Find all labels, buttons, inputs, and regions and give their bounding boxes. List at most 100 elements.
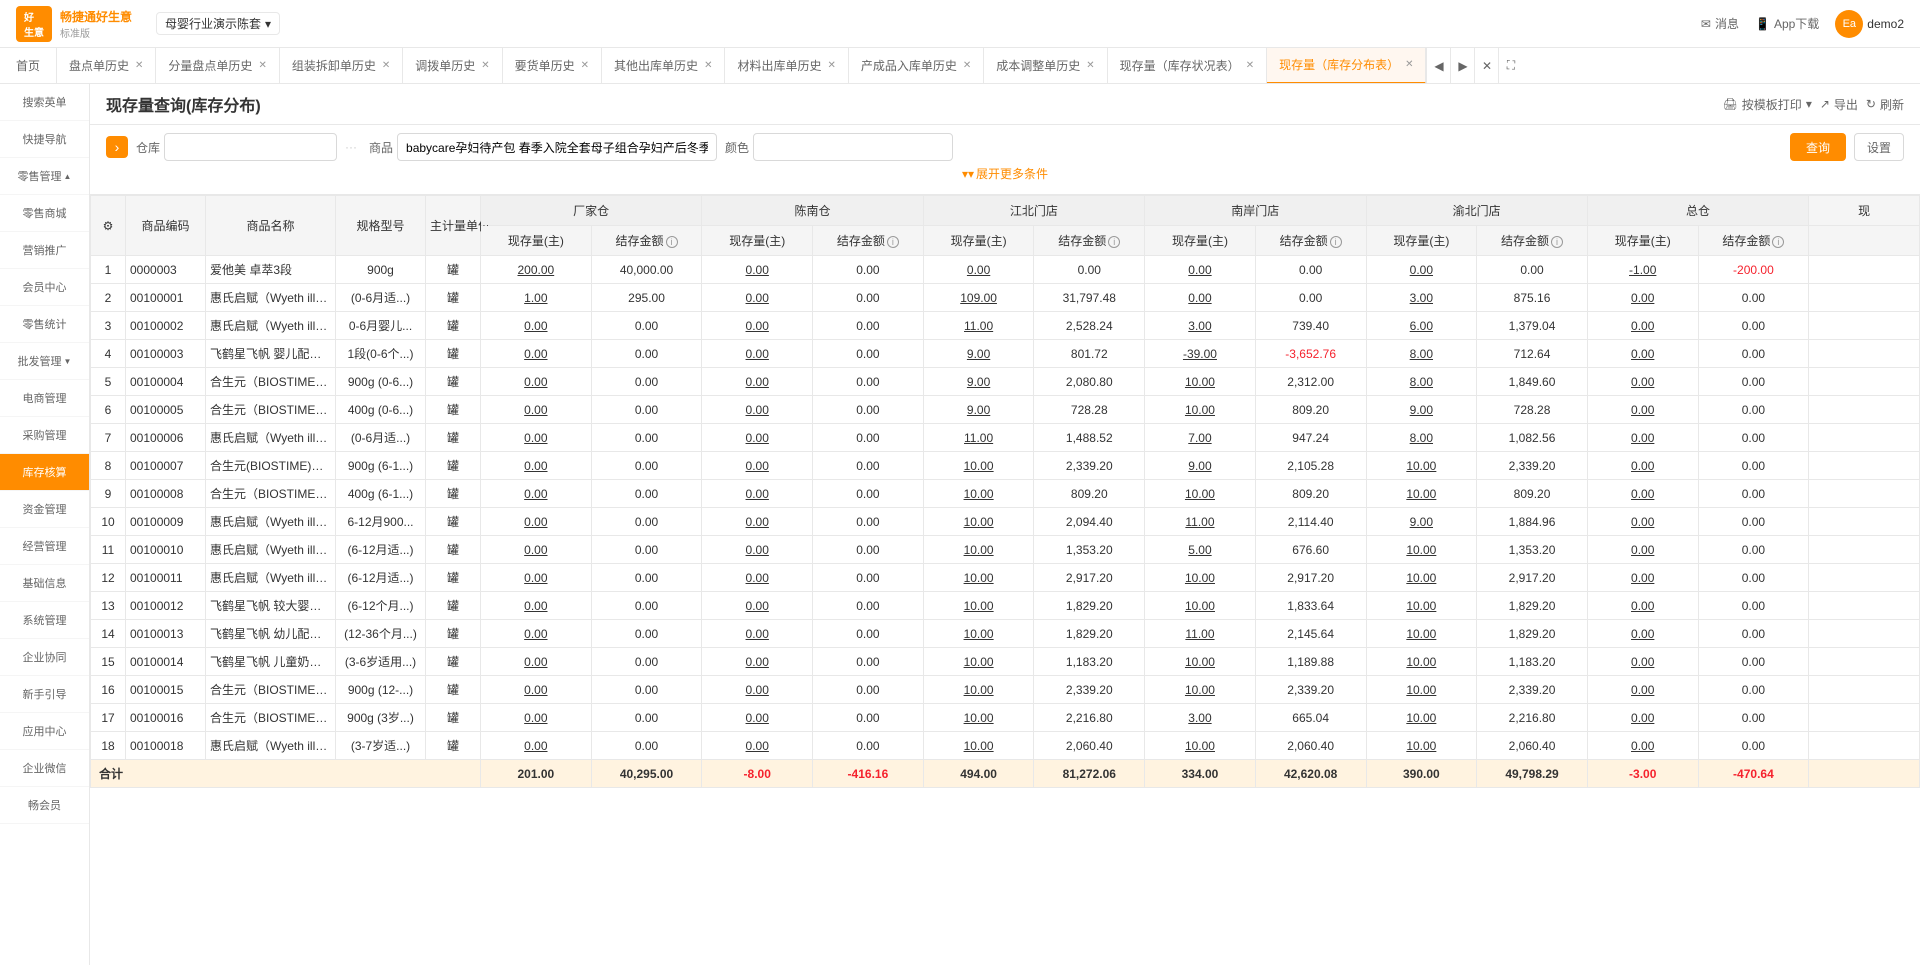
cell-chennan-stock[interactable]: 0.00 xyxy=(702,620,813,648)
cell-jiangbei-stock[interactable]: 10.00 xyxy=(923,620,1034,648)
cell-factory-stock[interactable]: 0.00 xyxy=(481,648,592,676)
cell-jiangbei-stock[interactable]: 10.00 xyxy=(923,704,1034,732)
cell-nanan-stock[interactable]: 9.00 xyxy=(1145,452,1256,480)
tab-chengbentiao[interactable]: 成本调整单历史✕ xyxy=(984,48,1107,84)
message-btn[interactable]: ✉ 消息 xyxy=(1701,15,1739,32)
cell-nanan-stock[interactable]: 10.00 xyxy=(1145,368,1256,396)
cell-jiangbei-stock[interactable]: 10.00 xyxy=(923,676,1034,704)
cell-factory-stock[interactable]: 1.00 xyxy=(481,284,592,312)
cell-total-stock[interactable]: 0.00 xyxy=(1587,340,1698,368)
sidebar-item-ecommerce[interactable]: 电商管理 xyxy=(0,380,89,417)
cell-nanan-stock[interactable]: 5.00 xyxy=(1145,536,1256,564)
sidebar-item-guide[interactable]: 新手引导 xyxy=(0,676,89,713)
tab-close-yaohuo[interactable]: ✕ xyxy=(581,60,589,71)
cell-total-stock[interactable]: -1.00 xyxy=(1587,256,1698,284)
cell-total-stock[interactable]: 0.00 xyxy=(1587,648,1698,676)
tab-close-chengbentiao[interactable]: ✕ xyxy=(1086,60,1094,71)
tab-close-xiancunfen[interactable]: ✕ xyxy=(1405,59,1413,70)
cell-nanan-stock[interactable]: 7.00 xyxy=(1145,424,1256,452)
cell-total-stock[interactable]: 0.00 xyxy=(1587,676,1698,704)
cell-total-stock[interactable]: 0.00 xyxy=(1587,704,1698,732)
cell-nanan-stock[interactable]: -39.00 xyxy=(1145,340,1256,368)
cell-yuzbei-stock[interactable]: 0.00 xyxy=(1366,256,1477,284)
cell-chennan-stock[interactable]: 0.00 xyxy=(702,648,813,676)
cell-nanan-stock[interactable]: 10.00 xyxy=(1145,592,1256,620)
tab-nav-left[interactable]: ◀ xyxy=(1426,48,1450,84)
sidebar-item-basic[interactable]: 基础信息 xyxy=(0,565,89,602)
tab-close-chengpinru[interactable]: ✕ xyxy=(963,60,971,71)
cell-factory-stock[interactable]: 0.00 xyxy=(481,620,592,648)
cell-yuzbei-stock[interactable]: 10.00 xyxy=(1366,480,1477,508)
th-gear[interactable]: ⚙ xyxy=(91,196,126,256)
cell-chennan-stock[interactable]: 0.00 xyxy=(702,452,813,480)
tab-nav-close[interactable]: ✕ xyxy=(1474,48,1498,84)
cell-yuzbei-stock[interactable]: 8.00 xyxy=(1366,368,1477,396)
tab-close-diaobodanls[interactable]: ✕ xyxy=(481,60,489,71)
cell-nanan-stock[interactable]: 10.00 xyxy=(1145,564,1256,592)
cell-nanan-stock[interactable]: 11.00 xyxy=(1145,508,1256,536)
tab-yaohuo[interactable]: 要货单历史✕ xyxy=(503,48,602,84)
cell-factory-stock[interactable]: 200.00 xyxy=(481,256,592,284)
cell-nanan-stock[interactable]: 3.00 xyxy=(1145,312,1256,340)
cell-jiangbei-stock[interactable]: 9.00 xyxy=(923,368,1034,396)
tab-nav-right[interactable]: ▶ xyxy=(1450,48,1474,84)
cell-nanan-stock[interactable]: 10.00 xyxy=(1145,676,1256,704)
cell-total-stock[interactable]: 0.00 xyxy=(1587,312,1698,340)
print-btn[interactable]: 🖨 按模板打印 ▾ xyxy=(1723,96,1812,113)
cell-jiangbei-stock[interactable]: 10.00 xyxy=(923,564,1034,592)
tab-diaobodanls[interactable]: 调拨单历史✕ xyxy=(403,48,502,84)
cell-nanan-stock[interactable]: 0.00 xyxy=(1145,256,1256,284)
sidebar-item-operation[interactable]: 经营管理 xyxy=(0,528,89,565)
search-expand-btn[interactable]: › xyxy=(106,136,128,158)
cell-jiangbei-stock[interactable]: 109.00 xyxy=(923,284,1034,312)
cell-chennan-stock[interactable]: 0.00 xyxy=(702,424,813,452)
sidebar-item-member[interactable]: 会员中心 xyxy=(0,269,89,306)
cell-chennan-stock[interactable]: 0.00 xyxy=(702,340,813,368)
cell-yuzbei-stock[interactable]: 10.00 xyxy=(1366,452,1477,480)
user-menu[interactable]: Ea demo2 xyxy=(1835,10,1904,38)
cell-chennan-stock[interactable]: 0.00 xyxy=(702,592,813,620)
cell-chennan-stock[interactable]: 0.00 xyxy=(702,368,813,396)
cell-nanan-stock[interactable]: 10.00 xyxy=(1145,732,1256,760)
cell-chennan-stock[interactable]: 0.00 xyxy=(702,256,813,284)
sidebar-item-wholesale[interactable]: 批发管理▼ xyxy=(0,343,89,380)
cell-factory-stock[interactable]: 0.00 xyxy=(481,452,592,480)
refresh-btn[interactable]: ↻ 刷新 xyxy=(1866,96,1904,113)
cell-total-stock[interactable]: 0.00 xyxy=(1587,564,1698,592)
query-button[interactable]: 查询 xyxy=(1790,133,1846,161)
cell-chennan-stock[interactable]: 0.00 xyxy=(702,564,813,592)
sidebar-item-inventory[interactable]: 库存核算 xyxy=(0,454,89,491)
sidebar-item-enterprise[interactable]: 企业协同 xyxy=(0,639,89,676)
cell-total-stock[interactable]: 0.00 xyxy=(1587,480,1698,508)
cell-yuzbei-stock[interactable]: 8.00 xyxy=(1366,424,1477,452)
cell-factory-stock[interactable]: 0.00 xyxy=(481,676,592,704)
cell-total-stock[interactable]: 0.00 xyxy=(1587,620,1698,648)
sidebar-item-system[interactable]: 系统管理 xyxy=(0,602,89,639)
cell-yuzbei-stock[interactable]: 10.00 xyxy=(1366,732,1477,760)
cell-jiangbei-stock[interactable]: 9.00 xyxy=(923,396,1034,424)
sidebar-item-retailstat[interactable]: 零售统计 xyxy=(0,306,89,343)
sidebar-item-finance[interactable]: 资金管理 xyxy=(0,491,89,528)
cell-yuzbei-stock[interactable]: 10.00 xyxy=(1366,676,1477,704)
cell-factory-stock[interactable]: 0.00 xyxy=(481,480,592,508)
cell-total-stock[interactable]: 0.00 xyxy=(1587,508,1698,536)
cell-yuzbei-stock[interactable]: 10.00 xyxy=(1366,536,1477,564)
cell-factory-stock[interactable]: 0.00 xyxy=(481,704,592,732)
cell-total-stock[interactable]: 0.00 xyxy=(1587,424,1698,452)
cell-jiangbei-stock[interactable]: 10.00 xyxy=(923,452,1034,480)
cell-nanan-stock[interactable]: 10.00 xyxy=(1145,648,1256,676)
cell-factory-stock[interactable]: 0.00 xyxy=(481,368,592,396)
cell-jiangbei-stock[interactable]: 10.00 xyxy=(923,648,1034,676)
tab-home[interactable]: 首页 xyxy=(0,48,57,84)
cell-chennan-stock[interactable]: 0.00 xyxy=(702,396,813,424)
sidebar-item-quicknav[interactable]: 快捷导航 xyxy=(0,121,89,158)
cell-factory-stock[interactable]: 0.00 xyxy=(481,536,592,564)
export-btn[interactable]: ↗ 导出 xyxy=(1820,96,1858,113)
cell-yuzbei-stock[interactable]: 9.00 xyxy=(1366,508,1477,536)
cell-chennan-stock[interactable]: 0.00 xyxy=(702,312,813,340)
cell-chennan-stock[interactable]: 0.00 xyxy=(702,480,813,508)
tab-nav-expand[interactable]: ⛶ xyxy=(1498,48,1522,84)
tab-cailiaochu[interactable]: 材料出库单历史✕ xyxy=(725,48,848,84)
goods-input[interactable] xyxy=(397,133,717,161)
sidebar-item-purchase[interactable]: 采购管理 xyxy=(0,417,89,454)
